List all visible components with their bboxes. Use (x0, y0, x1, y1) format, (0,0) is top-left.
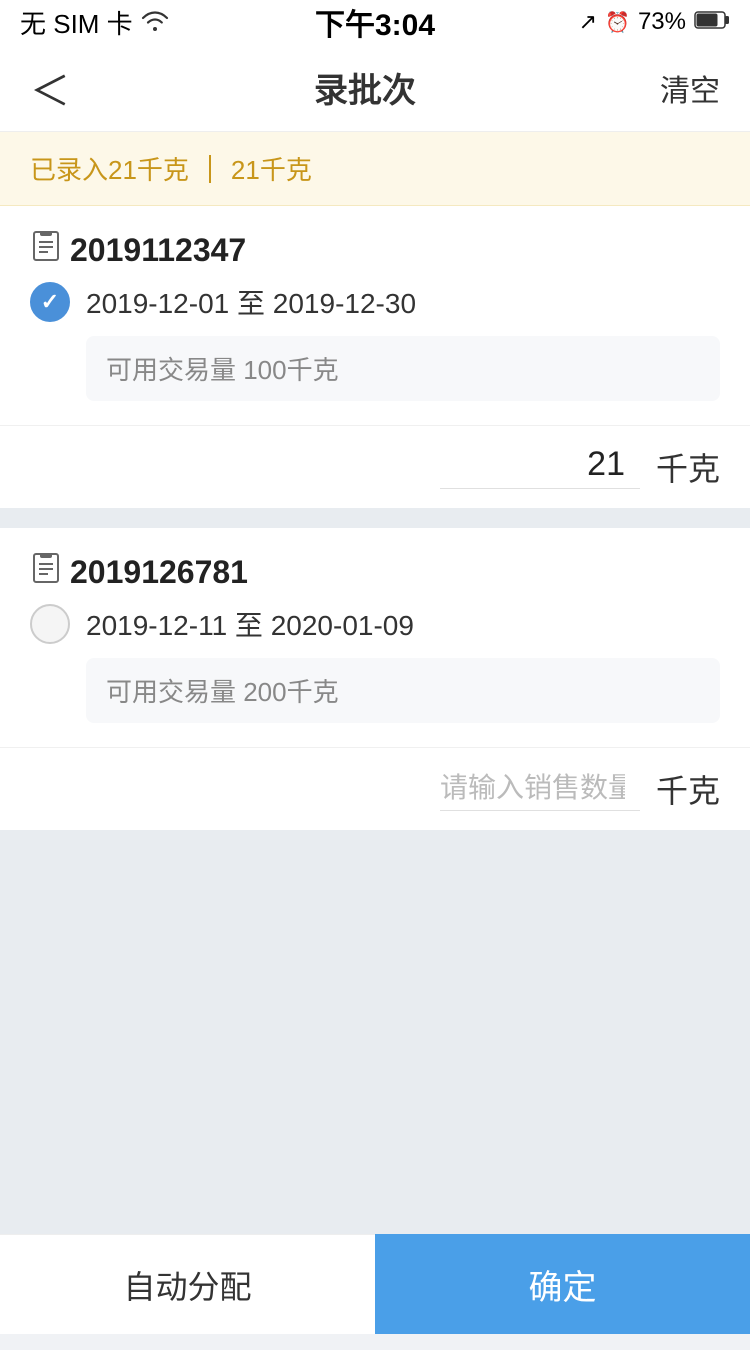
recorded-label: 已录入21千克 (30, 150, 189, 187)
batch-item-1: 2019112347 ✓ 2019-12-01 至 2019-12-30 可用交… (0, 206, 750, 425)
batch1-available-qty: 可用交易量 100千克 (86, 336, 720, 401)
status-bar: 无 SIM 卡 下午3:04 ↗ ⏰ 73% (0, 0, 750, 44)
batch2-id: 2019126781 (70, 554, 248, 591)
status-left: 无 SIM 卡 (20, 4, 169, 41)
batch2-available-qty: 可用交易量 200千克 (86, 658, 720, 723)
footer: 自动分配 确定 (0, 1234, 750, 1334)
batch2-radio[interactable] (30, 604, 70, 644)
checkmark-icon: ✓ (41, 289, 59, 315)
batch1-date: 2019-12-01 至 2019-12-30 (86, 282, 416, 322)
status-right: ↗ ⏰ 73% (579, 8, 730, 36)
batch1-radio[interactable]: ✓ (30, 282, 70, 322)
alarm-icon: ⏰ (605, 10, 630, 35)
location-icon: ↗ (579, 9, 597, 35)
battery-text: 73% (638, 8, 686, 36)
batch1-id: 2019112347 (70, 232, 246, 269)
batch-item-2: 2019126781 2019-12-11 至 2020-01-09 可用交易量… (0, 528, 750, 747)
batch1-input-row: 千克 (0, 425, 750, 508)
clear-button[interactable]: 清空 (660, 66, 720, 110)
status-time: 下午3:04 (315, 0, 435, 44)
batch2-input-row: 千克 (0, 747, 750, 830)
batch2-unit: 千克 (656, 766, 720, 812)
battery-icon (694, 8, 730, 36)
banner-divider (209, 155, 211, 183)
confirm-button[interactable]: 确定 (375, 1234, 750, 1334)
info-banner: 已录入21千克 21千克 (0, 132, 750, 206)
auto-distribute-button[interactable]: 自动分配 (0, 1234, 375, 1334)
back-button[interactable]: ＜ (30, 59, 70, 117)
batch2-date-row: 2019-12-11 至 2020-01-09 (30, 604, 720, 644)
batch2-date: 2019-12-11 至 2020-01-09 (86, 604, 414, 644)
total-label: 21千克 (231, 150, 312, 187)
page-title: 录批次 (314, 63, 416, 112)
batch1-header: 2019112347 (30, 230, 720, 270)
section-separator (0, 508, 750, 528)
batch1-icon (30, 230, 62, 270)
batch2-icon (30, 552, 62, 592)
wifi-icon (141, 7, 169, 38)
bottom-area (0, 830, 750, 1250)
batch1-unit: 千克 (656, 444, 720, 490)
no-sim-text: 无 SIM 卡 (20, 4, 133, 41)
nav-bar: ＜ 录批次 清空 (0, 44, 750, 132)
batch2-header: 2019126781 (30, 552, 720, 592)
batch1-date-row: ✓ 2019-12-01 至 2019-12-30 (30, 282, 720, 322)
batch2-input-container (440, 767, 640, 811)
batch1-qty-input[interactable] (440, 445, 640, 484)
batch1-input-container (440, 445, 640, 489)
batch2-qty-input[interactable] (440, 767, 640, 806)
